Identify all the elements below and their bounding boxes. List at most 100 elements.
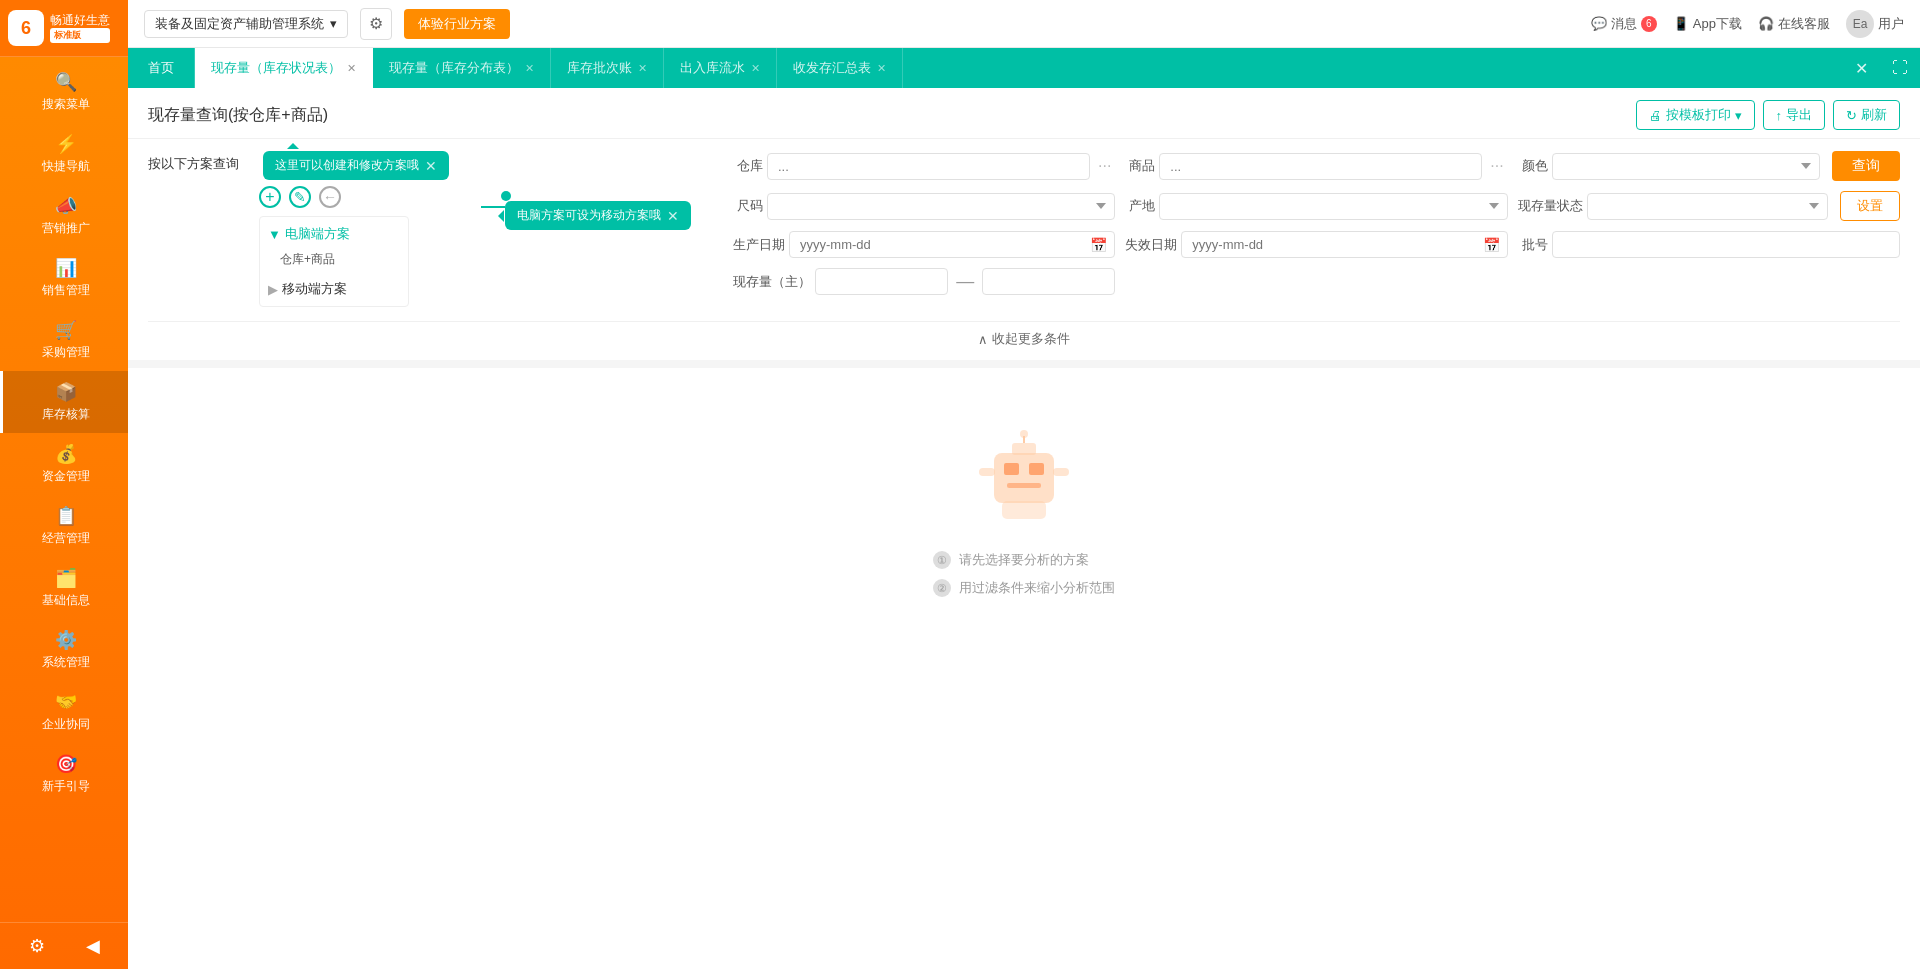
close-tab-icon[interactable]: ✕ [638,62,647,75]
filter-area: 按以下方案查询 这里可以创建和修改方案哦 ✕ + ✎ ← [128,139,1920,360]
sidebar-item-inventory[interactable]: 📦 库存核算 [0,371,128,433]
stock-main-input[interactable] [815,268,948,295]
app-download-label: App下载 [1693,15,1742,33]
calendar-icon[interactable]: 📅 [1090,237,1107,253]
scheme-tooltip1: 电脑方案可设为移动方案哦 ✕ [505,201,691,230]
scheme-item-pc[interactable]: ▼ 电脑端方案 [260,221,408,247]
sidebar-item-purchase[interactable]: 🛒 采购管理 [0,309,128,371]
query-button[interactable]: 查询 [1832,151,1900,181]
maximize-icon[interactable]: ⛶ [1880,59,1920,77]
headset-icon: 🎧 [1758,16,1774,31]
app-download-action[interactable]: 📱 App下载 [1673,15,1742,33]
size-label: 尺码 [733,197,763,215]
stock-status-select[interactable] [1587,193,1828,220]
sidebar-bottom: ⚙ ◀ [0,922,128,969]
tab-batch-account[interactable]: 库存批次账 ✕ [551,48,664,88]
batch-no-input[interactable] [1552,231,1900,258]
collapse-bottom-btn[interactable]: ◀ [86,935,100,957]
minus-icon[interactable]: — [952,271,978,292]
close-tooltip1-icon[interactable]: ✕ [667,208,679,224]
tab-home[interactable]: 首页 [128,48,195,88]
chevron-right-icon: ▶ [268,282,278,297]
scheme-item-mobile[interactable]: ▶ 移动端方案 [260,276,408,302]
print-button[interactable]: 🖨 按模板打印 ▾ [1636,100,1755,130]
close-tab-icon[interactable]: ✕ [877,62,886,75]
sidebar-logo: 6 畅通好生意 标准版 [0,0,128,57]
size-select[interactable] [767,193,1115,220]
svg-rect-1 [1004,463,1019,475]
tab-inventory-status[interactable]: 现存量（库存状况表） ✕ [195,48,373,88]
online-support-action[interactable]: 🎧 在线客服 [1758,15,1830,33]
user-label: 用户 [1878,15,1904,33]
tab-label: 现存量（库存状况表） [211,59,341,77]
sidebar-item-basic-info[interactable]: 🗂️ 基础信息 [0,557,128,619]
sidebar-item-finance[interactable]: 💰 资金管理 [0,433,128,495]
message-action[interactable]: 💬 消息 6 [1591,15,1657,33]
export-icon: ↑ [1776,108,1783,123]
user-action[interactable]: Ea 用户 [1846,10,1904,38]
tab-bar: 首页 现存量（库存状况表） ✕ 现存量（库存分布表） ✕ 库存批次账 ✕ 出入库… [128,48,1920,88]
reset-button[interactable]: 设置 [1840,191,1900,221]
sidebar-item-label: 搜索菜单 [42,96,90,113]
stock-main-input2[interactable] [982,268,1115,295]
color-select[interactable] [1552,153,1820,180]
gear-button[interactable]: ⚙ [360,8,392,40]
svg-rect-9 [1002,501,1046,519]
goods-more-icon[interactable]: ··· [1490,157,1503,175]
logo-badge: 标准版 [50,28,110,43]
sidebar-item-operations[interactable]: 📋 经营管理 [0,495,128,557]
expiry-date-input[interactable] [1181,231,1507,258]
manufacture-date-input[interactable] [789,231,1115,258]
industry-button[interactable]: 体验行业方案 [404,9,510,39]
chevron-down-icon: ▾ [330,16,337,31]
calendar-icon2[interactable]: 📅 [1483,237,1500,253]
scheme-item-warehouse[interactable]: 仓库+商品 [260,247,408,272]
sidebar-item-sales[interactable]: 📊 销售管理 [0,247,128,309]
search-menu-icon: 🔍 [55,71,77,93]
sidebar-item-system[interactable]: ⚙️ 系统管理 [0,619,128,681]
goods-input[interactable] [1159,153,1482,180]
tab-collect-send[interactable]: 收发存汇总表 ✕ [777,48,903,88]
svg-rect-7 [979,468,995,476]
system-selector[interactable]: 装备及固定资产辅助管理系统 ▾ [144,10,348,38]
sidebar-item-search-menu[interactable]: 🔍 搜索菜单 [0,61,128,123]
sidebar-item-marketing[interactable]: 📣 营销推广 [0,185,128,247]
guide-icon: 🎯 [55,753,77,775]
close-all-tabs-icon[interactable]: ✕ [1843,59,1880,78]
warehouse-more-icon[interactable]: ··· [1098,157,1111,175]
close-tab-icon[interactable]: ✕ [525,62,534,75]
close-tooltip2-icon[interactable]: ✕ [425,158,437,174]
scheme-add-button[interactable]: + [259,186,281,208]
manufacture-date-label: 生产日期 [733,236,785,254]
scheme-edit-button[interactable]: ✎ [289,186,311,208]
top-header: 装备及固定资产辅助管理系统 ▾ ⚙ 体验行业方案 💬 消息 6 📱 App下载 … [128,0,1920,48]
filter-label: 按以下方案查询 [148,151,239,173]
collapse-more-btn[interactable]: ∧ 收起更多条件 [978,330,1070,348]
svg-point-6 [1020,430,1028,438]
goods-label: 商品 [1125,157,1155,175]
sidebar-item-enterprise[interactable]: 🤝 企业协同 [0,681,128,743]
close-tab-icon[interactable]: ✕ [347,62,356,75]
warehouse-label: 仓库 [733,157,763,175]
sidebar-item-label: 系统管理 [42,654,90,671]
tab-inventory-dist[interactable]: 现存量（库存分布表） ✕ [373,48,551,88]
settings-bottom-btn[interactable]: ⚙ [29,935,45,957]
origin-select[interactable] [1159,193,1507,220]
chevron-down-icon: ▼ [268,227,281,242]
warehouse-input[interactable] [767,153,1090,180]
scheme-back-button[interactable]: ← [319,186,341,208]
sales-icon: 📊 [55,257,77,279]
inventory-icon: 📦 [55,381,77,403]
message-label: 消息 [1611,15,1637,33]
refresh-button[interactable]: ↻ 刷新 [1833,100,1900,130]
tab-in-out-flow[interactable]: 出入库流水 ✕ [664,48,777,88]
sidebar-item-quick-nav[interactable]: ⚡ 快捷导航 [0,123,128,185]
color-label: 颜色 [1518,157,1548,175]
sidebar-item-label: 基础信息 [42,592,90,609]
close-tab-icon[interactable]: ✕ [751,62,760,75]
logo-text: 畅通好生意 [50,13,110,29]
svg-rect-8 [1053,468,1069,476]
sidebar-item-guide[interactable]: 🎯 新手引导 [0,743,128,805]
step1-text: 请先选择要分析的方案 [959,551,1089,569]
export-button[interactable]: ↑ 导出 [1763,100,1826,130]
